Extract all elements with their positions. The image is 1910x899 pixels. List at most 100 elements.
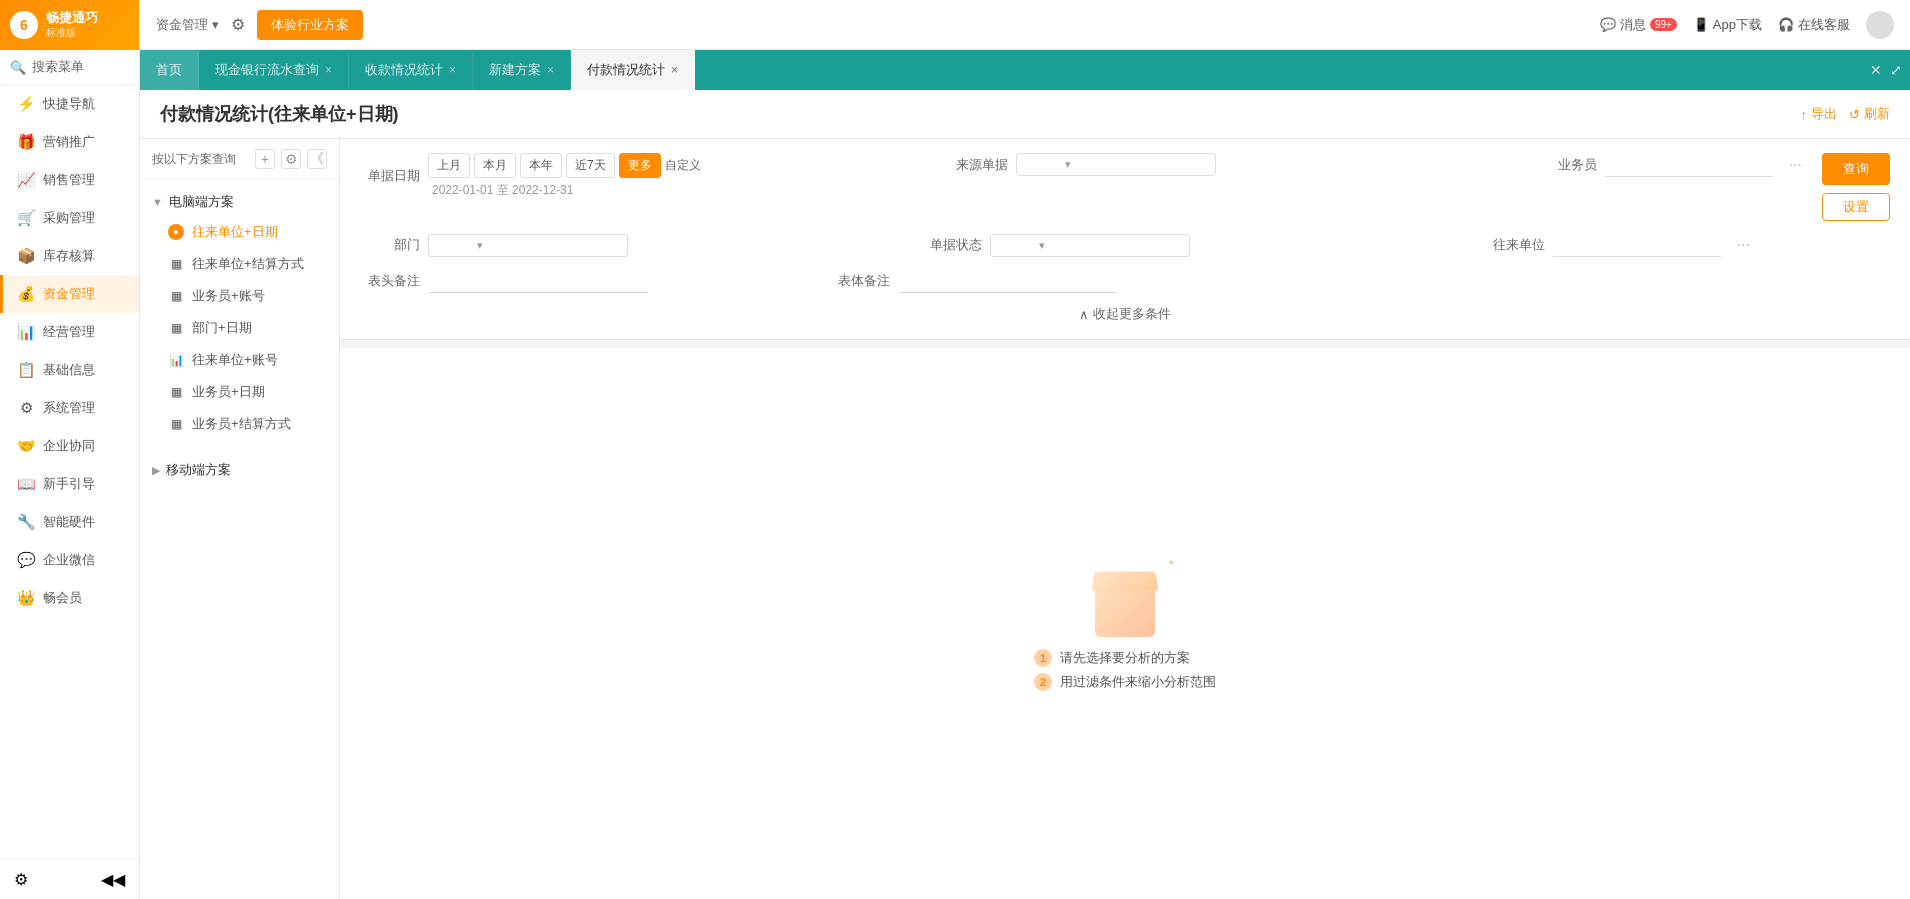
sidebar-item-wechat[interactable]: 💬 企业微信 — [0, 541, 139, 579]
sidebar-item-quick-nav[interactable]: ⚡ 快捷导航 — [0, 85, 139, 123]
sidebar-item-enterprise[interactable]: 🤝 企业协同 — [0, 427, 139, 465]
message-badge: 99+ — [1650, 18, 1677, 31]
search-menu-item[interactable]: 🔍 搜索菜单 — [0, 50, 139, 85]
tab-payment-close[interactable]: × — [671, 63, 678, 77]
salesperson-dots[interactable]: ··· — [1789, 156, 1802, 174]
partner-input[interactable] — [1553, 233, 1721, 257]
tab-receipt-close[interactable]: × — [449, 63, 456, 77]
tabbar-actions: ✕ ⤢ — [1862, 50, 1910, 90]
desktop-plans-header[interactable]: ▼ 电脑端方案 — [140, 188, 339, 216]
add-plan-button[interactable]: + — [255, 149, 275, 169]
tab-expand-icon[interactable]: ⤢ — [1890, 62, 1902, 78]
settings-button[interactable]: 设置 — [1822, 193, 1890, 221]
main-area: 资金管理 ▾ ⚙ 体验行业方案 💬 消息 99+ 📱 App下载 🎧 在线客服 — [140, 0, 1910, 899]
tabbar: 首页 现金银行流水查询 × 收款情况统计 × 新建方案 × 付款情况统计 × ✕… — [140, 50, 1910, 90]
filter-area: 单据日期 上月 本月 本年 近7天 更多 自定义 20 — [340, 139, 1910, 340]
message-icon: 💬 — [1600, 17, 1616, 32]
plan-icon-2: ▦ — [168, 288, 184, 304]
plan-item-dept-date[interactable]: ▦ 部门+日期 — [140, 312, 339, 344]
sidebar-item-purchase[interactable]: 🛒 采购管理 — [0, 199, 139, 237]
tab-bank-flow-close[interactable]: × — [325, 63, 332, 77]
member-icon: 👑 — [17, 589, 35, 607]
tab-close-all-icon[interactable]: ✕ — [1870, 62, 1882, 78]
tab-home[interactable]: 首页 — [140, 50, 199, 90]
sidebar-collapse-icon[interactable]: ◀◀ — [101, 870, 125, 889]
date-btn-more[interactable]: 更多 — [619, 153, 661, 178]
dept-select[interactable]: ▾ — [428, 234, 628, 257]
sidebar-item-marketing[interactable]: 🎁 营销推广 — [0, 123, 139, 161]
enterprise-icon: 🤝 — [17, 437, 35, 455]
header-note-input[interactable] — [428, 269, 648, 293]
date-filter-buttons: 上月 本月 本年 近7天 更多 自定义 — [428, 153, 701, 178]
plan-icon-1: ▦ — [168, 256, 184, 272]
source-select[interactable]: ▾ — [1016, 153, 1216, 176]
desktop-plans-section: ▼ 电脑端方案 ● 往来单位+日期 ▦ 往来单位+结算方式 ▦ 业务员+账号 — [140, 180, 339, 448]
plan-sales-date-label: 业务员+日期 — [192, 383, 265, 401]
plan-item-partner-date[interactable]: ● 往来单位+日期 — [140, 216, 339, 248]
plan-item-partner-account[interactable]: 📊 往来单位+账号 — [140, 344, 339, 376]
tab-new-plan-close[interactable]: × — [547, 63, 554, 77]
member-label: 畅会员 — [43, 589, 82, 607]
app-download-button[interactable]: 📱 App下载 — [1693, 16, 1762, 34]
date-btn-this-year[interactable]: 本年 — [520, 153, 562, 178]
partner-filter-label: 往来单位 — [1485, 236, 1545, 254]
status-select[interactable]: ▾ — [990, 234, 1190, 257]
content-area: 按以下方案查询 + ⚙ 《 ▼ — [140, 139, 1910, 899]
left-panel-actions: + ⚙ 《 — [255, 149, 327, 169]
sidebar-item-sales[interactable]: 📈 销售管理 — [0, 161, 139, 199]
date-range-display: 2022-01-01 至 2022-12-31 — [432, 182, 701, 199]
tab-payment-stats[interactable]: 付款情况统计 × — [571, 50, 695, 90]
sidebar-item-inventory[interactable]: 📦 库存核算 — [0, 237, 139, 275]
plan-item-sales-settle[interactable]: ▦ 业务员+结算方式 — [140, 408, 339, 440]
app-icon: 📱 — [1693, 17, 1709, 32]
query-button[interactable]: 查询 — [1822, 153, 1890, 185]
topbar-settings-icon[interactable]: ⚙ — [231, 15, 245, 34]
sidebar-header: 6 畅捷通巧 标准版 — [0, 0, 139, 50]
sidebar-item-system[interactable]: ⚙ 系统管理 — [0, 389, 139, 427]
tip-num-2: 2 — [1034, 673, 1052, 691]
tab-bank-flow[interactable]: 现金银行流水查询 × — [199, 50, 349, 90]
messages-button[interactable]: 💬 消息 99+ — [1600, 16, 1677, 34]
mobile-section-arrow: ▶ — [152, 464, 160, 477]
sidebar-item-operations[interactable]: 📊 经营管理 — [0, 313, 139, 351]
partner-dots[interactable]: ··· — [1737, 236, 1750, 254]
sidebar-item-finance[interactable]: 💰 资金管理 — [0, 275, 139, 313]
online-service-label: 在线客服 — [1798, 16, 1850, 34]
sidebar-item-guide[interactable]: 📖 新手引导 — [0, 465, 139, 503]
plan-icon-4: 📊 — [168, 352, 184, 368]
refresh-label: 刷新 — [1864, 105, 1890, 123]
marketing-icon: 🎁 — [17, 133, 35, 151]
online-service-button[interactable]: 🎧 在线客服 — [1778, 16, 1850, 34]
export-button[interactable]: ↑ 导出 — [1801, 105, 1838, 123]
tab-receipt-stats[interactable]: 收款情况统计 × — [349, 50, 473, 90]
salesperson-input[interactable] — [1605, 153, 1773, 177]
sidebar-settings-icon[interactable]: ⚙ — [14, 870, 28, 889]
sidebar-nav: ⚡ 快捷导航 🎁 营销推广 📈 销售管理 🛒 采购管理 📦 库存核算 💰 资金管… — [0, 85, 139, 859]
page-header: 付款情况统计(往来单位+日期) ↑ 导出 ↺ 刷新 — [140, 90, 1910, 139]
plan-item-partner-settle[interactable]: ▦ 往来单位+结算方式 — [140, 248, 339, 280]
date-btn-7days[interactable]: 近7天 — [566, 153, 615, 178]
collapse-more-button[interactable]: ∧ 收起更多条件 — [360, 299, 1890, 325]
plan-item-sales-date[interactable]: ▦ 业务员+日期 — [140, 376, 339, 408]
plan-settings-button[interactable]: ⚙ — [281, 149, 301, 169]
collapse-panel-button[interactable]: 《 — [307, 149, 327, 169]
sidebar-item-member[interactable]: 👑 畅会员 — [0, 579, 139, 617]
guide-label: 新手引导 — [43, 475, 95, 493]
hardware-icon: 🔧 — [17, 513, 35, 531]
source-filter-label: 来源单据 — [948, 156, 1008, 174]
sidebar-item-basic-info[interactable]: 📋 基础信息 — [0, 351, 139, 389]
industry-solution-button[interactable]: 体验行业方案 — [257, 10, 363, 40]
user-avatar[interactable] — [1866, 11, 1894, 39]
page-header-actions: ↑ 导出 ↺ 刷新 — [1801, 105, 1891, 123]
date-btn-this-month[interactable]: 本月 — [474, 153, 516, 178]
mobile-plans-header[interactable]: ▶ 移动端方案 — [140, 456, 339, 484]
tab-new-plan[interactable]: 新建方案 × — [473, 50, 571, 90]
messages-label: 消息 — [1620, 16, 1646, 34]
service-icon: 🎧 — [1778, 17, 1794, 32]
plan-item-sales-account[interactable]: ▦ 业务员+账号 — [140, 280, 339, 312]
body-note-input[interactable] — [898, 269, 1118, 293]
date-btn-last-month[interactable]: 上月 — [428, 153, 470, 178]
refresh-button[interactable]: ↺ 刷新 — [1849, 105, 1890, 123]
sidebar-item-hardware[interactable]: 🔧 智能硬件 — [0, 503, 139, 541]
basic-info-label: 基础信息 — [43, 361, 95, 379]
